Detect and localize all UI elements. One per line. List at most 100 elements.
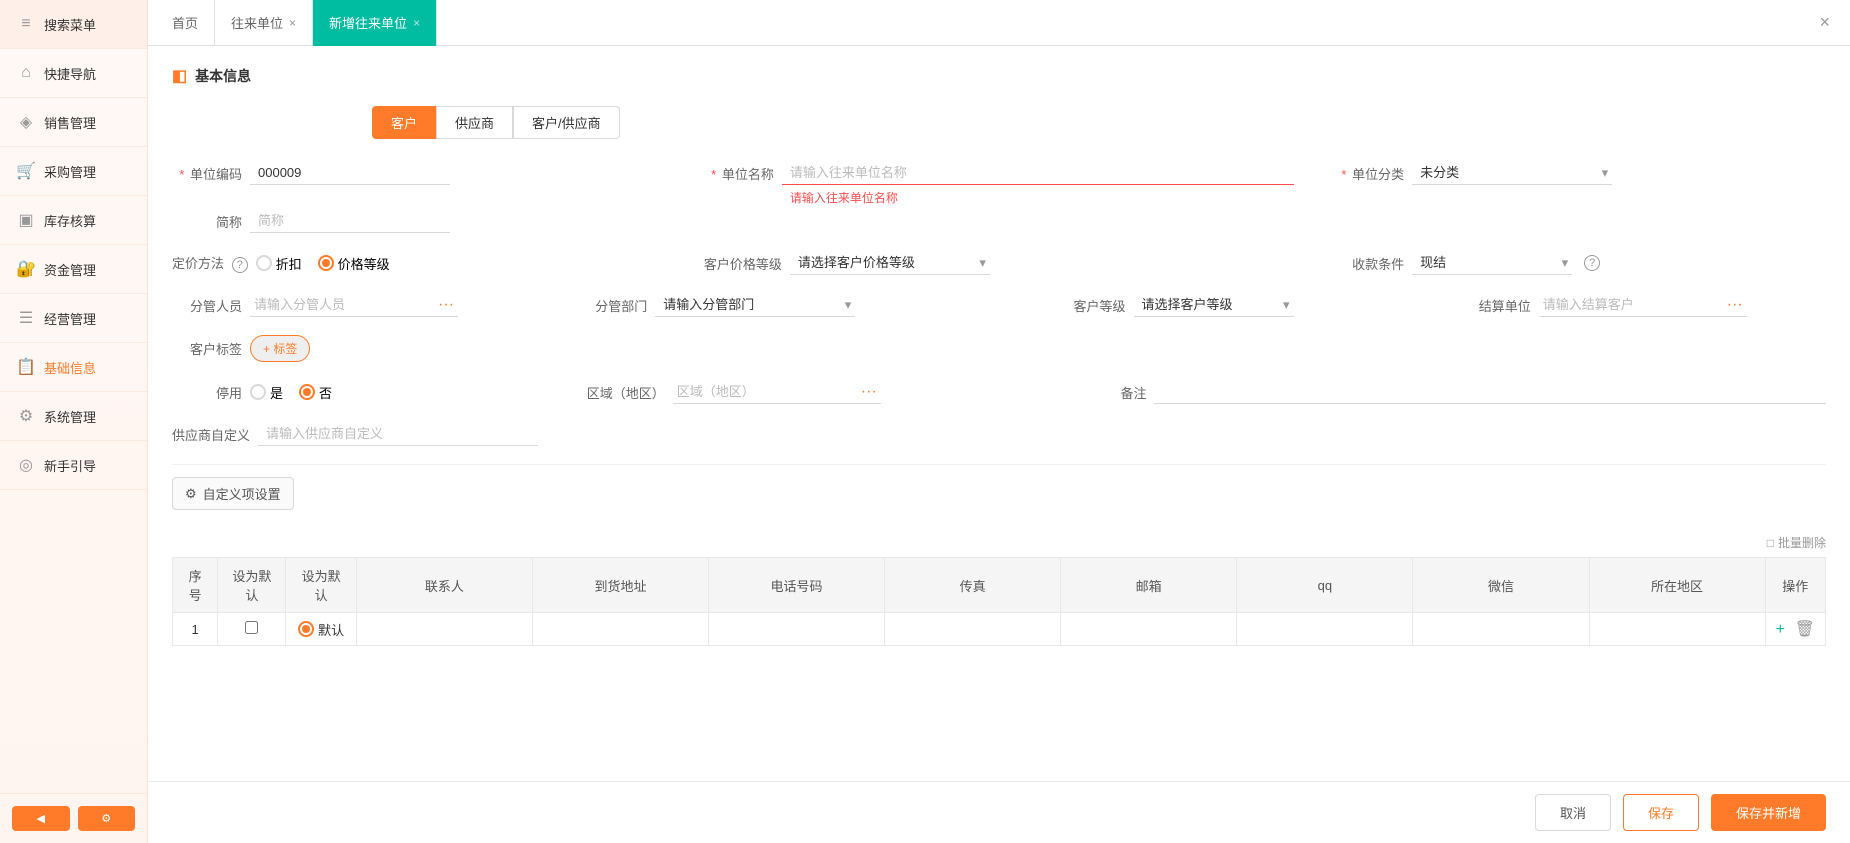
unit-category-select[interactable]: 未分类 — [1412, 161, 1612, 185]
sidebar-item-label: 基础信息 — [44, 358, 96, 377]
customer-price-level-select[interactable]: 请选择客户价格等级 — [790, 251, 990, 275]
col-wechat: 微信 — [1413, 558, 1589, 613]
unit-name-input[interactable] — [782, 161, 1294, 185]
sidebar-item-search[interactable]: ≡ 搜索菜单 — [0, 0, 147, 49]
row-email[interactable] — [1061, 613, 1237, 646]
sales-icon: ◈ — [16, 112, 36, 132]
row-phone[interactable] — [709, 613, 885, 646]
pricing-radio-group: 折扣 价格等级 — [256, 254, 390, 273]
disabled-label: 停用 — [172, 383, 242, 402]
row-phone-input[interactable] — [719, 622, 874, 637]
row-qq[interactable] — [1237, 613, 1413, 646]
sidebar-item-quick-nav[interactable]: ⌂ 快捷导航 — [0, 49, 147, 98]
region-more-btn[interactable]: ··· — [857, 383, 881, 401]
row-region-input[interactable] — [1600, 622, 1755, 637]
supplier-custom-input[interactable] — [258, 422, 538, 446]
radio-price-level[interactable]: 价格等级 — [318, 254, 390, 273]
row-checkbox-input[interactable] — [245, 621, 258, 634]
short-name-input[interactable] — [250, 209, 450, 233]
tab-partners[interactable]: 往来单位 × — [215, 0, 313, 46]
finance-icon: 🔐 — [16, 259, 36, 279]
pricing-help-icon[interactable]: ? — [232, 257, 248, 273]
main-area: 首页 往来单位 × 新增往来单位 × × ◧ 基本信息 客户 供应商 客户/供应… — [148, 0, 1850, 843]
row-add-btn[interactable]: + — [1776, 621, 1785, 638]
unit-type-both[interactable]: 客户/供应商 — [513, 106, 620, 139]
disabled-radio-group: 是 否 — [250, 383, 332, 402]
row-checkbox[interactable] — [218, 613, 286, 646]
field-short-name: 简称 — [172, 209, 1826, 233]
row-default-radio[interactable]: 默认 — [296, 620, 346, 639]
radio-no-circle — [299, 384, 315, 400]
payment-terms-select[interactable]: 现结 — [1412, 251, 1572, 275]
tab-bar-close-btn[interactable]: × — [1807, 12, 1842, 33]
batch-delete[interactable]: □ 批量删除 — [172, 534, 1826, 551]
row-contact[interactable] — [356, 613, 532, 646]
department-label: 分管部门 — [577, 296, 647, 315]
custom-settings-btn[interactable]: ⚙ 自定义项设置 — [172, 477, 294, 510]
save-button[interactable]: 保存 — [1623, 794, 1699, 831]
radio-discount[interactable]: 折扣 — [256, 254, 302, 273]
sidebar-item-system[interactable]: ⚙ 系统管理 — [0, 392, 147, 441]
unit-code-input[interactable] — [250, 161, 450, 185]
row-contact-input[interactable] — [367, 622, 522, 637]
sidebar-settings-btn[interactable]: ⚙ — [78, 806, 136, 831]
sidebar-item-sales[interactable]: ◈ 销售管理 — [0, 98, 147, 147]
customer-price-level-select-wrap: 请选择客户价格等级 — [790, 251, 990, 275]
row-address[interactable] — [532, 613, 708, 646]
sidebar-item-operations[interactable]: ☰ 经营管理 — [0, 294, 147, 343]
manager-more-btn[interactable]: ··· — [434, 296, 458, 314]
manager-input[interactable] — [250, 293, 434, 316]
field-unit-category: * 单位分类 未分类 — [1334, 161, 1826, 185]
cancel-button[interactable]: 取消 — [1535, 794, 1611, 831]
radio-yes-circle — [250, 384, 266, 400]
row-fax[interactable] — [885, 613, 1061, 646]
col-action: 操作 — [1765, 558, 1825, 613]
tab-home[interactable]: 首页 — [156, 0, 215, 46]
row-wechat[interactable] — [1413, 613, 1589, 646]
add-tag-btn[interactable]: + 标签 — [250, 335, 310, 362]
remark-input[interactable] — [1154, 380, 1826, 404]
tab-new-partner-close[interactable]: × — [413, 16, 420, 30]
row-action: + 🗑 — [1765, 613, 1825, 646]
row-fax-input[interactable] — [895, 622, 1050, 637]
sidebar-item-inventory[interactable]: ▣ 库存核算 — [0, 196, 147, 245]
row-email-input[interactable] — [1071, 622, 1226, 637]
settlement-unit-input[interactable] — [1539, 293, 1723, 316]
settlement-unit-label: 结算单位 — [1461, 296, 1531, 315]
row-delete-btn[interactable]: 🗑 — [1795, 621, 1815, 638]
sidebar-expand-btn[interactable]: ◀ — [12, 806, 70, 831]
row-qq-input[interactable] — [1247, 622, 1402, 637]
settings-icon: ⚙ — [185, 486, 197, 502]
divider — [172, 464, 1826, 465]
sidebar-item-guide[interactable]: ◎ 新手引导 — [0, 441, 147, 490]
required-star2: * — [711, 167, 716, 182]
customer-price-level-label: 客户价格等级 — [704, 254, 782, 273]
row-unit-info: * 单位编码 * 单位名称 请输入往来单位名称 — [172, 161, 1826, 185]
department-select[interactable]: 请输入分管部门 — [655, 293, 855, 317]
region-label: 区域（地区） — [587, 383, 665, 402]
row-region[interactable] — [1589, 613, 1765, 646]
row-wechat-input[interactable] — [1423, 622, 1578, 637]
customer-level-select[interactable]: 请选择客户等级 — [1134, 293, 1294, 317]
custom-settings-label: 自定义项设置 — [203, 484, 281, 503]
radio-yes[interactable]: 是 — [250, 383, 283, 402]
region-input[interactable] — [673, 380, 857, 403]
sidebar-item-finance[interactable]: 🔐 资金管理 — [0, 245, 147, 294]
row-disabled: 停用 是 否 — [172, 380, 1826, 404]
row-address-input[interactable] — [543, 622, 698, 637]
sidebar-item-purchase[interactable]: 🛒 采购管理 — [0, 147, 147, 196]
payment-terms-help-icon[interactable]: ? — [1584, 255, 1600, 271]
tab-new-partner[interactable]: 新增往来单位 × — [313, 0, 437, 46]
field-remark: 备注 — [1076, 380, 1826, 404]
unit-type-supplier[interactable]: 供应商 — [436, 106, 513, 139]
sidebar-item-basic-info[interactable]: 📋 基础信息 — [0, 343, 147, 392]
custom-settings-area: ⚙ 自定义项设置 — [172, 477, 1826, 522]
guide-icon: ◎ — [16, 455, 36, 475]
radio-no[interactable]: 否 — [299, 383, 332, 402]
save-new-button[interactable]: 保存并新增 — [1711, 794, 1826, 831]
field-customer-tag: 客户标签 + 标签 — [172, 335, 1826, 362]
tab-partners-close[interactable]: × — [289, 16, 296, 30]
unit-type-customer[interactable]: 客户 — [372, 106, 436, 139]
settlement-unit-more-btn[interactable]: ··· — [1723, 296, 1747, 314]
col-email: 邮箱 — [1061, 558, 1237, 613]
